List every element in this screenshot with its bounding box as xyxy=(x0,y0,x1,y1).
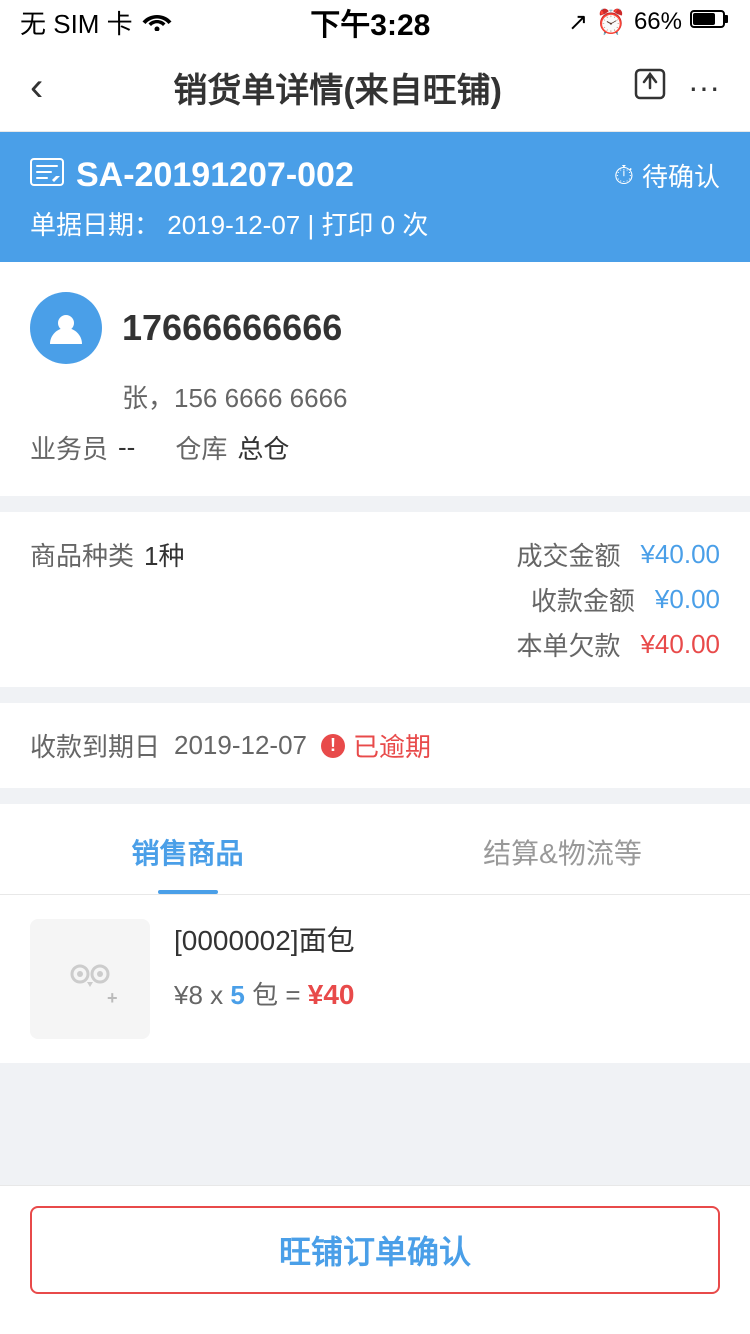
product-name-0: [0000002]面包 xyxy=(174,919,720,959)
sales-staff-item: 业务员 -- xyxy=(30,429,135,466)
location-icon: ↗ xyxy=(568,8,588,37)
tabs-section: 销售商品 结算&物流等 + xyxy=(0,804,750,1063)
bottom-bar: 旺铺订单确认 xyxy=(0,1185,750,1334)
nav-actions: ··· xyxy=(632,66,720,110)
customer-phone: 17666666666 xyxy=(122,307,342,349)
tab-sales-products[interactable]: 销售商品 xyxy=(0,804,375,894)
order-id-icon xyxy=(30,156,64,195)
print-info: | 打印 0 次 xyxy=(307,210,428,240)
nav-bar: ‹ 销货单详情(来自旺铺) ··· xyxy=(0,44,750,132)
overdue-text: 已逾期 xyxy=(353,727,431,764)
more-icon[interactable]: ··· xyxy=(688,69,720,106)
order-id: SA-20191207-002 xyxy=(30,156,354,195)
confirm-order-button[interactable]: 旺铺订单确认 xyxy=(30,1206,720,1294)
price-equals: = xyxy=(285,980,307,1010)
product-unit-0: 包 xyxy=(252,980,278,1010)
status-bar: 无 SIM 卡 下午3:28 ↗ ⏰ 66% xyxy=(0,0,750,44)
product-type-label: 商品种类 xyxy=(30,536,134,573)
amount-row-2: 本单欠款 ¥40.00 xyxy=(516,626,720,663)
product-list: + [0000002]面包 ¥8 x 5 包 = ¥40 xyxy=(0,895,750,1063)
amount-row-0: 成交金额 ¥40.00 xyxy=(516,536,720,573)
summary-right: 成交金额 ¥40.00 收款金额 ¥0.00 本单欠款 ¥40.00 xyxy=(516,536,720,663)
due-date-label: 收款到期日 xyxy=(30,727,160,764)
back-button[interactable]: ‹ xyxy=(30,65,43,110)
product-quantity-0: 5 xyxy=(230,980,244,1010)
date-value: 2019-12-07 xyxy=(167,210,300,240)
amount-row-1: 收款金额 ¥0.00 xyxy=(531,581,720,618)
tab-settlement-logistics[interactable]: 结算&物流等 xyxy=(375,804,750,894)
share-icon[interactable] xyxy=(632,66,668,110)
due-date-value: 2019-12-07 xyxy=(174,730,307,761)
page-title: 销货单详情(来自旺铺) xyxy=(173,63,502,112)
warehouse-item: 仓库 总仓 xyxy=(175,429,289,466)
avatar xyxy=(30,292,102,364)
amount-value-2: ¥40.00 xyxy=(640,629,720,660)
status-time: 下午3:28 xyxy=(310,0,430,44)
alarm-icon: ⏰ xyxy=(596,8,626,37)
overdue-badge: ! 已逾期 xyxy=(321,727,431,764)
date-label: 单据日期： xyxy=(30,210,160,240)
status-clock-icon: ⏱ xyxy=(614,160,634,192)
customer-name: 张，156 6666 6666 xyxy=(122,378,720,415)
product-total-0: ¥40 xyxy=(308,979,355,1010)
customer-meta: 业务员 -- 仓库 总仓 xyxy=(30,429,720,466)
sales-value: -- xyxy=(118,432,135,463)
amount-value-0: ¥40.00 xyxy=(640,539,720,570)
summary-left: 商品种类 1种 xyxy=(30,536,184,573)
summary-section: 商品种类 1种 成交金额 ¥40.00 收款金额 ¥0.00 本单欠款 ¥40.… xyxy=(0,512,750,687)
battery-text: 66% xyxy=(634,8,682,36)
product-item-0: + [0000002]面包 ¥8 x 5 包 = ¥40 xyxy=(30,919,720,1039)
amount-label-1: 收款金额 xyxy=(531,581,635,618)
carrier-text: 无 SIM 卡 xyxy=(20,4,133,41)
overdue-dot-icon: ! xyxy=(321,734,345,758)
price-multiply: x xyxy=(210,980,230,1010)
status-text: 待确认 xyxy=(642,157,720,194)
customer-section: 17666666666 张，156 6666 6666 业务员 -- 仓库 总仓 xyxy=(0,262,750,496)
amount-label-0: 成交金额 xyxy=(516,536,620,573)
warehouse-label: 仓库 xyxy=(175,429,227,466)
amount-label-2: 本单欠款 xyxy=(516,626,620,663)
order-id-text: SA-20191207-002 xyxy=(76,156,354,195)
svg-text:+: + xyxy=(107,988,118,1008)
product-type-value: 1种 xyxy=(144,536,184,573)
product-image-0: + xyxy=(30,919,150,1039)
order-date-row: 单据日期： 2019-12-07 | 打印 0 次 xyxy=(30,205,720,242)
sales-label: 业务员 xyxy=(30,429,108,466)
amount-value-1: ¥0.00 xyxy=(655,584,720,615)
order-header-top: SA-20191207-002 ⏱ 待确认 xyxy=(30,156,720,195)
due-date-section: 收款到期日 2019-12-07 ! 已逾期 xyxy=(0,703,750,788)
battery-icon xyxy=(690,8,730,36)
wifi-icon xyxy=(141,7,173,38)
customer-row: 17666666666 xyxy=(30,292,720,364)
order-header-card: SA-20191207-002 ⏱ 待确认 单据日期： 2019-12-07 |… xyxy=(0,132,750,262)
order-status: ⏱ 待确认 xyxy=(614,157,720,194)
product-price-0: ¥8 xyxy=(174,980,203,1010)
product-info-0: [0000002]面包 ¥8 x 5 包 = ¥40 xyxy=(174,919,720,1012)
status-left: 无 SIM 卡 xyxy=(20,4,173,41)
warehouse-value: 总仓 xyxy=(237,429,289,466)
tabs-header: 销售商品 结算&物流等 xyxy=(0,804,750,895)
product-price-row-0: ¥8 x 5 包 = ¥40 xyxy=(174,975,720,1012)
status-right: ↗ ⏰ 66% xyxy=(568,8,730,37)
